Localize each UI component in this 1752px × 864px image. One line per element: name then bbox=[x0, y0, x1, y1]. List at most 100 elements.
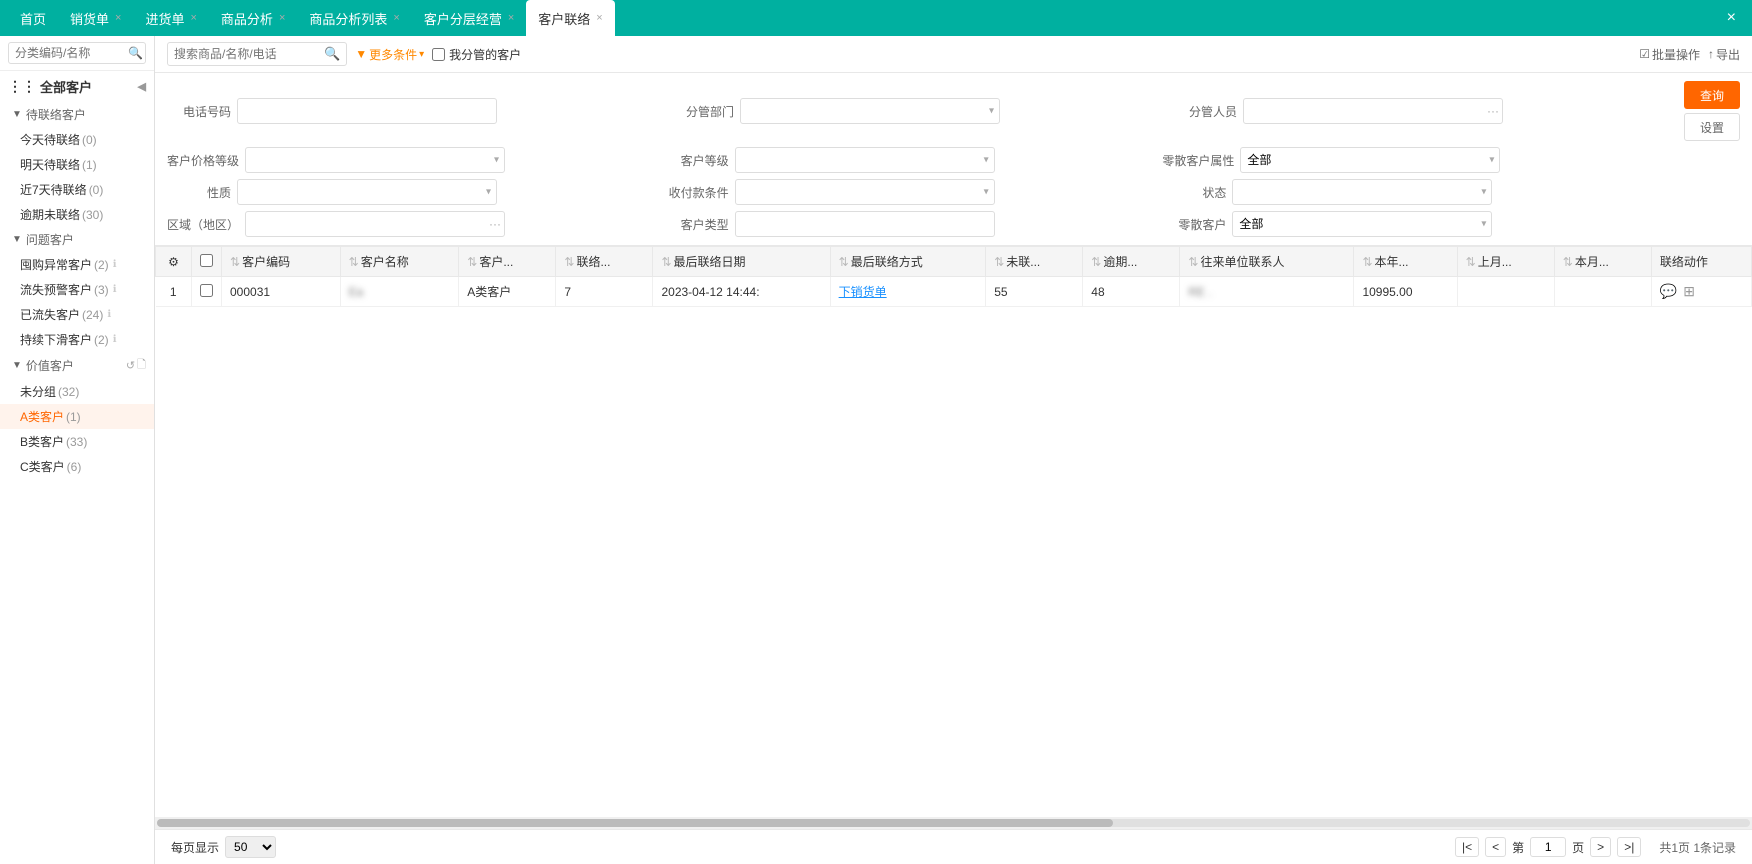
sidebar-group-问题客户[interactable]: ▼问题客户 bbox=[0, 227, 154, 252]
filter-retail2-select[interactable]: 全部 bbox=[1232, 211, 1492, 237]
sort-level-icon[interactable]: ⇅ bbox=[467, 255, 477, 269]
sort-method-icon[interactable]: ⇅ bbox=[839, 255, 849, 269]
sidebar-group-价值客户[interactable]: ▼价值客户↺🗋 bbox=[0, 352, 154, 379]
filter-region-input[interactable] bbox=[245, 211, 505, 237]
filter-payment-select[interactable] bbox=[735, 179, 995, 205]
nav-tab-客户联络[interactable]: 客户联络× bbox=[526, 0, 614, 36]
col-checkbox[interactable] bbox=[192, 247, 222, 277]
sort-lmonth-icon[interactable]: ⇅ bbox=[1466, 255, 1476, 269]
item-count: (24) bbox=[82, 308, 103, 322]
first-page-button[interactable]: |< bbox=[1455, 837, 1479, 857]
filter-nature-select[interactable] bbox=[237, 179, 497, 205]
filter-phone-input[interactable] bbox=[237, 98, 497, 124]
my-customer-checkbox[interactable]: 我分管的客户 bbox=[432, 46, 521, 63]
last-page-button[interactable]: >| bbox=[1617, 837, 1641, 857]
my-customer-check[interactable] bbox=[432, 48, 445, 61]
filter-price-select[interactable] bbox=[245, 147, 505, 173]
filter-clevel-select[interactable] bbox=[735, 147, 995, 173]
row-last-method[interactable]: 下销货单 bbox=[830, 277, 986, 307]
collapse-icon[interactable]: ◀ bbox=[138, 80, 146, 93]
sidebar-item[interactable]: 囤购异常客户(2)ℹ bbox=[0, 252, 154, 277]
tab-close-icon[interactable]: × bbox=[596, 12, 602, 24]
nav-tab-商品分析列表[interactable]: 商品分析列表× bbox=[297, 0, 411, 36]
row-checkbox-cell[interactable] bbox=[192, 277, 222, 307]
sidebar-item[interactable]: 已流失客户(24)ℹ bbox=[0, 302, 154, 327]
person-more-icon[interactable]: ··· bbox=[1487, 104, 1499, 118]
sort-name-icon[interactable]: ⇅ bbox=[349, 255, 359, 269]
sidebar-item[interactable]: 持续下滑客户(2)ℹ bbox=[0, 327, 154, 352]
page-size-select[interactable]: 50 100 bbox=[225, 836, 276, 858]
refresh-icon[interactable]: ↺ bbox=[126, 359, 135, 372]
nav-tab-销货单[interactable]: 销货单× bbox=[58, 0, 133, 36]
item-count: (1) bbox=[66, 410, 81, 424]
last-method-link[interactable]: 下销货单 bbox=[839, 285, 887, 299]
tab-close-icon[interactable]: × bbox=[279, 12, 285, 24]
close-all-button[interactable]: × bbox=[1719, 9, 1744, 27]
sidebar-group-待联络客户[interactable]: ▼待联络客户 bbox=[0, 102, 154, 127]
sort-no-icon[interactable]: ⇅ bbox=[994, 255, 1004, 269]
comment-icon[interactable]: 💬 bbox=[1660, 283, 1677, 300]
filter-retail2-label: 零散客户 bbox=[1162, 216, 1226, 233]
all-customers-header[interactable]: ⋮⋮ 全部客户 ◀ bbox=[0, 71, 154, 102]
next-page-button[interactable]: > bbox=[1590, 837, 1611, 857]
sort-overdue-icon[interactable]: ⇅ bbox=[1091, 255, 1101, 269]
batch-ops-button[interactable]: ☑ 批量操作 bbox=[1639, 46, 1700, 63]
filter-dept-select[interactable] bbox=[740, 98, 1000, 124]
prev-page-button[interactable]: < bbox=[1485, 837, 1506, 857]
table-row: 1 000031 Ea A类客户 7 2023-04-12 14:44: 下销货… bbox=[156, 277, 1752, 307]
toolbar-search-input[interactable] bbox=[174, 47, 324, 61]
nav-tab-进货单[interactable]: 进货单× bbox=[133, 0, 208, 36]
sort-tmonth-icon[interactable]: ⇅ bbox=[1563, 255, 1573, 269]
batch-icon: ☑ bbox=[1639, 47, 1650, 61]
sort-date-icon[interactable]: ⇅ bbox=[661, 255, 671, 269]
tab-close-icon[interactable]: × bbox=[190, 12, 196, 24]
row-index: 1 bbox=[156, 277, 192, 307]
region-more-icon[interactable]: ··· bbox=[489, 217, 501, 231]
sidebar-item[interactable]: B类客户(33) bbox=[0, 429, 154, 454]
tab-close-icon[interactable]: × bbox=[393, 12, 399, 24]
grid-icon[interactable]: ⊞ bbox=[1683, 283, 1695, 300]
export-button[interactable]: ↑ 导出 bbox=[1708, 46, 1740, 63]
group-label: 价值客户 bbox=[26, 357, 74, 374]
set-button[interactable]: 设置 bbox=[1684, 113, 1740, 141]
sidebar-item[interactable]: 今天待联络(0) bbox=[0, 127, 154, 152]
tab-close-icon[interactable]: × bbox=[115, 12, 121, 24]
sort-code-icon[interactable]: ⇅ bbox=[230, 255, 240, 269]
sidebar-item[interactable]: 未分组(32) bbox=[0, 379, 154, 404]
sidebar-item[interactable]: 逾期未联络(30) bbox=[0, 202, 154, 227]
page-number-input[interactable] bbox=[1530, 837, 1566, 857]
item-count: (1) bbox=[82, 158, 97, 172]
sort-contact-icon[interactable]: ⇅ bbox=[564, 255, 574, 269]
filter-ctype-input[interactable] bbox=[735, 211, 995, 237]
pagination: 每页显示 50 100 |< < 第 页 > >| 共1页 1条记录 bbox=[155, 829, 1752, 864]
sidebar-item[interactable]: C类客户(6) bbox=[0, 454, 154, 479]
filter-more-button[interactable]: ▼ 更多条件 ▾ bbox=[355, 46, 424, 63]
gear-settings-icon[interactable]: ⚙ bbox=[168, 255, 179, 269]
nav-home[interactable]: 首页 bbox=[8, 0, 58, 36]
col-gear[interactable]: ⚙ bbox=[156, 247, 192, 277]
nav-tab-客户分层经营[interactable]: 客户分层经营× bbox=[412, 0, 526, 36]
add-icon[interactable]: 🗋 bbox=[137, 356, 146, 375]
select-all-checkbox[interactable] bbox=[200, 254, 213, 267]
col-liaison-label: 往来单位联系人 bbox=[1200, 253, 1284, 270]
row-liaison: RE . bbox=[1180, 277, 1354, 307]
filter-status-select[interactable] bbox=[1232, 179, 1492, 205]
item-label: A类客户 bbox=[20, 408, 64, 425]
filter-person-input[interactable] bbox=[1243, 98, 1503, 124]
sort-year-icon[interactable]: ⇅ bbox=[1362, 255, 1372, 269]
sidebar-search-input[interactable] bbox=[8, 42, 146, 64]
sidebar-item[interactable]: 明天待联络(1) bbox=[0, 152, 154, 177]
row-select-checkbox[interactable] bbox=[200, 284, 213, 297]
filter-retail-select[interactable]: 全部 bbox=[1240, 147, 1500, 173]
scrollbar-thumb[interactable] bbox=[157, 819, 1113, 827]
sidebar-item[interactable]: A类客户(1) bbox=[0, 404, 154, 429]
group-label: 问题客户 bbox=[26, 231, 74, 248]
horizontal-scrollbar[interactable] bbox=[155, 817, 1752, 829]
sidebar-item[interactable]: 近7天待联络(0) bbox=[0, 177, 154, 202]
query-button[interactable]: 查询 bbox=[1684, 81, 1740, 109]
sort-liaison-icon[interactable]: ⇅ bbox=[1188, 255, 1198, 269]
nav-tab-商品分析[interactable]: 商品分析× bbox=[209, 0, 297, 36]
row-last-date: 2023-04-12 14:44: bbox=[653, 277, 830, 307]
tab-close-icon[interactable]: × bbox=[508, 12, 514, 24]
sidebar-item[interactable]: 流失预警客户(3)ℹ bbox=[0, 277, 154, 302]
